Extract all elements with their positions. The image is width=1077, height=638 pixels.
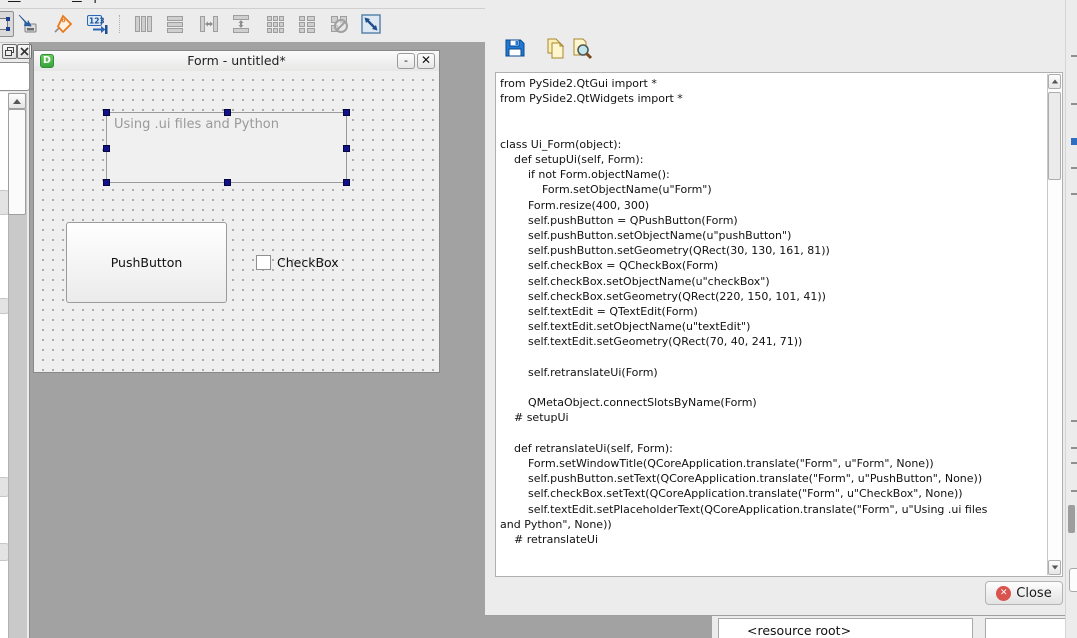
toolbar-button-lay-out-vertically-in-splitter[interactable] [228, 11, 254, 37]
resource-browser-panel: <resource root> [712, 616, 1077, 638]
textedit-placeholder: Using .ui files and Python [114, 117, 279, 132]
find-icon [570, 37, 594, 61]
selection-handle[interactable] [343, 179, 350, 186]
selection-handle[interactable] [224, 109, 231, 116]
close-button[interactable]: ✕ [417, 53, 435, 69]
mdi-area-bottom [485, 616, 712, 638]
edit-buddies-icon [52, 13, 74, 35]
property-editor-edge [1065, 0, 1077, 638]
panel-corner-fragment [1069, 568, 1077, 592]
form-editor-window: D Form - untitled* - ✕ Using .ui files a… [33, 50, 440, 373]
widget-box-scrollbar-thumb[interactable] [8, 109, 26, 215]
toolbar-button-edit-widgets[interactable] [0, 11, 14, 37]
adjust-size-icon [359, 12, 383, 36]
save-icon [504, 37, 526, 59]
toolbar-button-edit-buddies[interactable] [50, 11, 76, 37]
code-scrollbar-down[interactable] [1048, 560, 1061, 575]
code-scrollbar-track[interactable] [1047, 74, 1061, 575]
text-fragment [1071, 490, 1077, 492]
float-window-icon [5, 47, 14, 56]
form-window-titlebar[interactable]: D Form - untitled* - ✕ [34, 51, 439, 72]
selection-handle[interactable] [103, 109, 110, 116]
code-view: from PySide2.QtGui import * from PySide2… [495, 72, 1063, 577]
qt-designer-screen: Window Help [0, 0, 1077, 638]
toolbar-button-lay-out-in-a-grid[interactable] [262, 11, 288, 37]
form-toolbar: 123 [0, 8, 485, 43]
selection-handle[interactable] [343, 109, 350, 116]
lay-out-vertically-icon [164, 13, 186, 35]
widget-box-list[interactable] [0, 92, 8, 638]
dock-float-button[interactable] [2, 44, 17, 59]
svg-text:123: 123 [89, 17, 105, 26]
lay-out-horizontally-in-splitter-icon [198, 13, 220, 35]
toolbar-button-break-layout[interactable] [326, 11, 352, 37]
save-code-button[interactable] [504, 37, 528, 61]
selection-handle[interactable] [224, 179, 231, 186]
toolbar-button-lay-out-horizontally[interactable] [130, 11, 156, 37]
close-button-label: Close [1016, 586, 1051, 601]
text-fragment [1071, 193, 1077, 195]
text-fragment [1071, 103, 1077, 105]
lay-out-vertically-in-splitter-icon [230, 13, 252, 35]
menu-help[interactable]: Help [72, 0, 102, 4]
widget-filter-box[interactable] [0, 62, 30, 91]
edit-signals-slots-icon [16, 13, 38, 35]
lay-out-in-a-grid-icon [264, 13, 286, 35]
edit-widgets-icon [0, 14, 11, 34]
scrollbar-fragment [1068, 505, 1075, 533]
edit-tab-order-icon: 123 [86, 13, 108, 35]
form-canvas[interactable]: Using .ui files and Python PushButton Ch… [34, 71, 439, 372]
view-code-dialog: from PySide2.QtGui import * from PySide2… [485, 0, 1065, 616]
arrow-up-icon [13, 99, 21, 104]
copy-code-button[interactable] [544, 37, 568, 61]
text-fragment [1071, 55, 1077, 57]
pushbutton-widget[interactable]: PushButton [66, 222, 227, 303]
find-in-code-button[interactable] [570, 37, 594, 61]
panel-divider [29, 42, 30, 638]
resource-root-item[interactable]: <resource root> [747, 623, 851, 638]
toolbar-button-edit-tab-order[interactable]: 123 [84, 11, 110, 37]
widget-box-scrollbar-up[interactable] [8, 93, 26, 109]
selected-row-fragment [1071, 138, 1077, 145]
menu-window[interactable]: Window [8, 0, 59, 4]
checkbox-label: CheckBox [277, 255, 339, 270]
checkbox-widget[interactable]: CheckBox [256, 242, 357, 283]
toolbar-separator [119, 15, 120, 33]
code-scrollbar-up[interactable] [1048, 74, 1061, 89]
selection-handle[interactable] [103, 179, 110, 186]
text-fragment [1071, 167, 1077, 169]
toolbar-button-lay-out-in-a-form-layout[interactable] [294, 11, 320, 37]
selection-handle[interactable] [103, 145, 110, 152]
red-cross-icon: ✕ [996, 586, 1011, 601]
text-fragment [1071, 447, 1077, 449]
arrow-down-icon [1051, 566, 1057, 570]
arrow-up-icon [1051, 80, 1057, 84]
minimize-button[interactable]: - [397, 53, 415, 69]
form-window-title: Form - untitled* [34, 53, 439, 68]
generated-python-code: from PySide2.QtGui import * from PySide2… [496, 73, 1062, 550]
checkbox-indicator[interactable] [256, 255, 271, 270]
toolbar-button-adjust-size[interactable] [358, 11, 384, 37]
toolbar-button-lay-out-vertically[interactable] [162, 11, 188, 37]
resource-tree[interactable]: <resource root> [718, 618, 973, 638]
lay-out-horizontally-icon [132, 13, 154, 35]
textedit-widget[interactable]: Using .ui files and Python [106, 112, 347, 183]
copy-icon [544, 37, 567, 60]
dialog-close-button[interactable]: ✕ Close [985, 581, 1063, 605]
lay-out-in-a-form-layout-icon [296, 13, 318, 35]
break-layout-icon [328, 13, 350, 35]
toolbar-button-edit-signals-slots[interactable] [14, 11, 40, 37]
toolbar-button-lay-out-horizontally-in-splitter[interactable] [196, 11, 222, 37]
text-fragment [1071, 462, 1077, 464]
resource-preview-box[interactable] [985, 618, 1070, 638]
code-scrollbar-thumb[interactable] [1048, 92, 1061, 180]
text-fragment [1071, 420, 1077, 422]
selection-handle[interactable] [343, 145, 350, 152]
close-icon [20, 47, 29, 56]
